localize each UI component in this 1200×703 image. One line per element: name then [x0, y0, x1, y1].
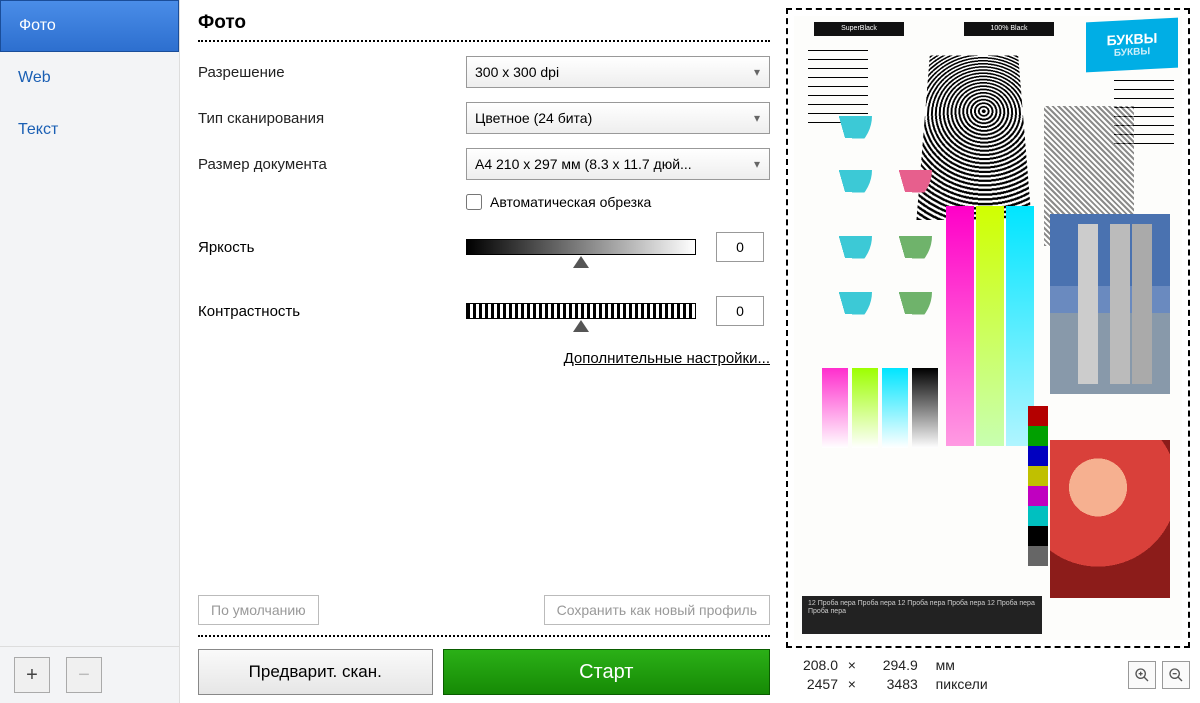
- small-grad-green: [852, 368, 878, 448]
- docsize-label: Размер документа: [198, 156, 466, 173]
- contrast-slider[interactable]: [466, 303, 696, 319]
- swatch-superblack: SuperBlack: [814, 22, 904, 36]
- brightness-thumb[interactable]: [573, 256, 589, 268]
- sidebar-item-text[interactable]: Текст: [0, 104, 179, 156]
- docsize-select[interactable]: A4 210 x 297 мм (8.3 x 11.7 дюй...: [466, 148, 770, 180]
- letters-box: БУКВЫ БУКВЫ: [1086, 18, 1178, 73]
- brightness-input[interactable]: [716, 232, 764, 262]
- contrast-thumb[interactable]: [573, 320, 589, 332]
- add-profile-button[interactable]: +: [14, 657, 50, 693]
- footer-text-band: 12 Проба пера Проба пера 12 Проба пера П…: [802, 596, 1042, 634]
- preview-frame[interactable]: SuperBlack 100% Black БУКВЫ БУКВЫ: [786, 8, 1190, 648]
- preview-panel: SuperBlack 100% Black БУКВЫ БУКВЫ: [780, 0, 1200, 703]
- start-button[interactable]: Старт: [443, 649, 771, 695]
- default-button[interactable]: По умолчанию: [198, 595, 319, 625]
- brightness-label: Яркость: [198, 239, 466, 256]
- color-fan-green: [878, 292, 932, 336]
- action-row: Предварит. скан. Старт: [198, 635, 770, 695]
- small-grad-cyan: [882, 368, 908, 448]
- main-panel: Фото Разрешение 300 x 300 dpi Тип сканир…: [180, 0, 780, 703]
- sample-photo-industrial: [1050, 214, 1170, 394]
- color-fan-cyan: [818, 292, 872, 336]
- color-fan-pink: [878, 170, 932, 214]
- zoom-in-button[interactable]: [1128, 661, 1156, 689]
- color-strip: [1028, 406, 1048, 566]
- brightness-slider[interactable]: [466, 239, 696, 255]
- contrast-label: Контрастность: [198, 303, 466, 320]
- dimensions-bar: 208.0 × 294.9 мм 2457 × 3483 пиксели: [786, 648, 1190, 695]
- autocrop-label[interactable]: Автоматическая обрезка: [490, 194, 651, 210]
- color-fan-green: [878, 236, 932, 280]
- color-fan-cyan: [818, 236, 872, 280]
- swatch-black100: 100% Black: [964, 22, 1054, 36]
- sidebar-item-photo[interactable]: Фото: [0, 0, 179, 52]
- color-fan-cyan: [818, 170, 872, 214]
- color-fan-cyan: [818, 116, 872, 160]
- page-title: Фото: [198, 8, 770, 42]
- zoom-out-icon: [1168, 667, 1184, 683]
- scantype-select[interactable]: Цветное (24 бита): [466, 102, 770, 134]
- settings-area: Разрешение 300 x 300 dpi Тип сканировани…: [198, 42, 770, 635]
- preview-test-page: SuperBlack 100% Black БУКВЫ БУКВЫ: [794, 16, 1182, 640]
- preview-scan-button[interactable]: Предварит. скан.: [198, 649, 433, 695]
- resolution-label: Разрешение: [198, 64, 466, 81]
- advanced-settings-link[interactable]: Дополнительные настройки...: [198, 350, 770, 367]
- moire-pattern-1: [916, 56, 1031, 221]
- autocrop-checkbox[interactable]: [466, 194, 482, 210]
- save-profile-button[interactable]: Сохранить как новый профиль: [544, 595, 770, 625]
- sidebar-item-web[interactable]: Web: [0, 52, 179, 104]
- dimensions-text: 208.0 × 294.9 мм 2457 × 3483 пиксели: [786, 656, 988, 695]
- sidebar-tabs: Фото Web Текст: [0, 0, 179, 646]
- resolution-select[interactable]: 300 x 300 dpi: [466, 56, 770, 88]
- zoom-out-button[interactable]: [1162, 661, 1190, 689]
- gradient-magenta: [946, 206, 974, 446]
- gradient-yellow: [976, 206, 1004, 446]
- small-grad-magenta: [822, 368, 848, 448]
- remove-profile-button[interactable]: −: [66, 657, 102, 693]
- zoom-in-icon: [1134, 667, 1150, 683]
- sidebar: Фото Web Текст + −: [0, 0, 180, 703]
- sidebar-footer: + −: [0, 646, 179, 703]
- small-grad-black: [912, 368, 938, 448]
- scantype-label: Тип сканирования: [198, 110, 466, 127]
- sample-photo-person: [1050, 440, 1170, 598]
- contrast-input[interactable]: [716, 296, 764, 326]
